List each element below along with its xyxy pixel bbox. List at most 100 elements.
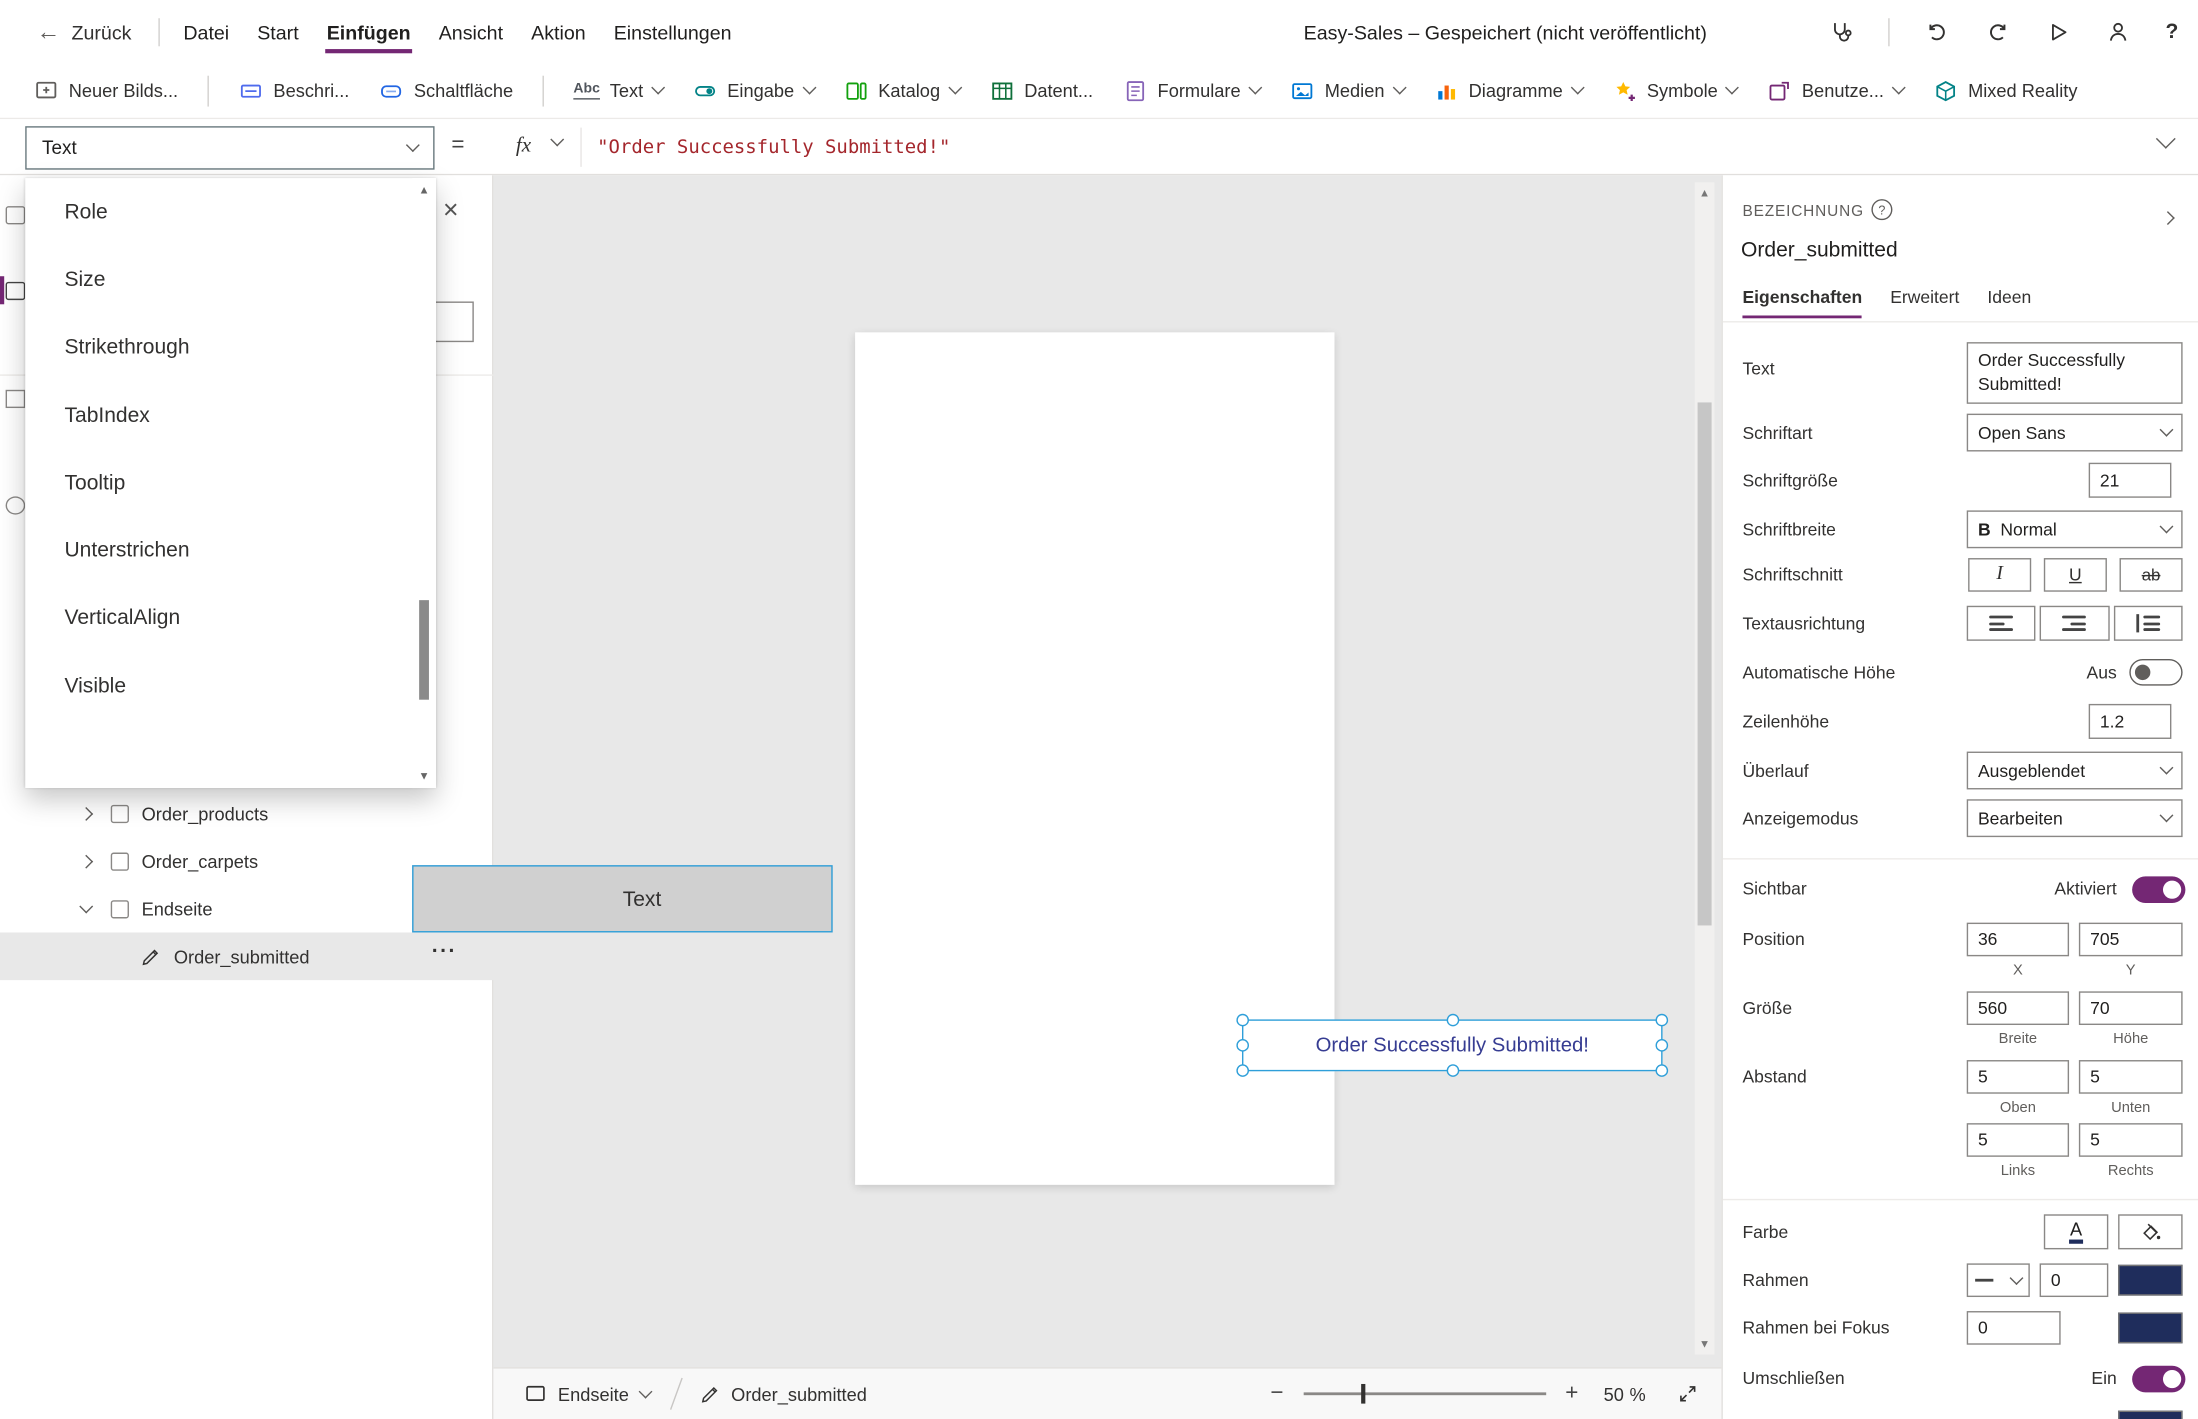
tab-ideen[interactable]: Ideen <box>1987 287 2031 318</box>
display-mode-dropdown[interactable]: Bearbeiten <box>1967 799 2183 837</box>
padding-right-input[interactable]: 5 <box>2079 1123 2183 1157</box>
menu-item-datei[interactable]: Datei <box>181 15 232 49</box>
visible-toggle[interactable] <box>2132 876 2185 903</box>
ribbon-media-menu[interactable]: Medien <box>1290 78 1404 103</box>
screen-canvas[interactable]: Order Successfully Submitted! <box>855 332 1334 1185</box>
canvas-scrollbar[interactable]: ▲ ▼ <box>1695 182 1715 1354</box>
underline-button[interactable]: U <box>2044 558 2107 592</box>
resize-handle[interactable] <box>1236 1039 1249 1052</box>
ribbon-mixed-reality[interactable]: Mixed Reality <box>1933 78 2077 103</box>
scrollbar-thumb[interactable] <box>419 600 429 700</box>
property-selector-dropdown[interactable]: Text <box>25 126 434 169</box>
fit-to-window-icon[interactable] <box>1677 1383 1699 1405</box>
back-button[interactable]: ← Zurück <box>36 20 131 44</box>
help-circle-icon[interactable]: ? <box>1871 199 1892 220</box>
scroll-up-arrow[interactable]: ▲ <box>1695 186 1715 199</box>
app-checker-icon[interactable] <box>1828 19 1853 44</box>
align-right-button[interactable] <box>2040 606 2109 641</box>
padding-bottom-input[interactable]: 5 <box>2079 1060 2183 1094</box>
current-control-breadcrumb[interactable]: Order_submitted <box>699 1383 867 1404</box>
dropdown-scrollbar[interactable]: ▲ ▼ <box>412 178 436 788</box>
share-person-icon[interactable] <box>2105 19 2130 44</box>
ribbon-forms-menu[interactable]: Formulare <box>1123 78 1261 103</box>
chevron-down-icon[interactable] <box>550 133 564 147</box>
ribbon-input-menu[interactable]: Eingabe <box>692 78 814 103</box>
scroll-down-arrow[interactable]: ▼ <box>1695 1338 1715 1351</box>
position-y-input[interactable]: 705 <box>2079 923 2183 957</box>
zoom-out-button[interactable]: − <box>1270 1383 1283 1405</box>
zoom-slider-handle[interactable] <box>1361 1384 1365 1404</box>
dropdown-item-unterstrichen[interactable]: Unterstrichen <box>25 517 412 585</box>
text-value-input[interactable]: Order Successfully Submitted! <box>1967 342 2183 404</box>
ribbon-gallery-menu[interactable]: Katalog <box>843 78 959 103</box>
ribbon-label-control[interactable]: Beschri... <box>238 78 349 103</box>
screen-checkbox[interactable] <box>111 900 129 918</box>
zoom-in-button[interactable]: + <box>1565 1383 1578 1405</box>
border-style-dropdown[interactable] <box>1967 1263 2030 1297</box>
resize-handle[interactable] <box>1656 1014 1669 1027</box>
dropdown-item-strikethrough[interactable]: Strikethrough <box>25 314 412 382</box>
design-canvas-area[interactable]: Order Successfully Submitted! ▲ ▼ <box>493 175 1721 1367</box>
resize-handle[interactable] <box>1446 1014 1459 1027</box>
resize-handle[interactable] <box>1656 1039 1669 1052</box>
chevron-right-icon[interactable] <box>79 806 93 820</box>
border-color-swatch[interactable] <box>2118 1265 2182 1296</box>
dropdown-item-verticalalign[interactable]: VerticalAlign <box>25 584 412 652</box>
ribbon-new-screen[interactable]: Neuer Bilds... <box>34 78 178 103</box>
position-x-input[interactable]: 36 <box>1967 923 2069 957</box>
dropdown-item-role[interactable]: Role <box>25 178 412 246</box>
rail-icon-fragment[interactable] <box>6 206 26 224</box>
border-width-input[interactable]: 0 <box>2040 1263 2109 1297</box>
padding-top-input[interactable]: 5 <box>1967 1060 2069 1094</box>
fx-label[interactable]: fx <box>516 135 531 159</box>
screen-checkbox[interactable] <box>111 804 129 822</box>
font-family-dropdown[interactable]: Open Sans <box>1967 414 2183 452</box>
dropdown-item-tabindex[interactable]: TabIndex <box>25 381 412 449</box>
font-weight-dropdown[interactable]: B Normal <box>1967 510 2183 548</box>
menu-item-ansicht[interactable]: Ansicht <box>436 15 506 49</box>
overflow-dropdown[interactable]: Ausgeblendet <box>1967 752 2183 790</box>
rail-icon-fragment[interactable] <box>6 390 26 408</box>
font-size-input[interactable]: 21 <box>2089 463 2172 498</box>
selected-label-control[interactable]: Order Successfully Submitted! <box>1242 1019 1663 1071</box>
redo-icon[interactable] <box>1985 19 2010 44</box>
chevron-right-icon[interactable] <box>79 854 93 868</box>
scroll-down-arrow[interactable]: ▼ <box>412 770 436 783</box>
fill-color-button[interactable] <box>2118 1214 2182 1249</box>
menu-item-einstellungen[interactable]: Einstellungen <box>611 15 734 49</box>
scroll-up-arrow[interactable]: ▲ <box>412 184 436 197</box>
font-color-button[interactable]: A <box>2044 1214 2108 1249</box>
resize-handle[interactable] <box>1446 1064 1459 1077</box>
align-left-button[interactable] <box>1967 606 2036 641</box>
line-height-input[interactable]: 1.2 <box>2089 704 2172 739</box>
rail-icon-fragment[interactable] <box>6 282 26 300</box>
width-input[interactable]: 560 <box>1967 991 2069 1025</box>
screen-switcher[interactable]: Endseite <box>524 1383 650 1405</box>
ribbon-custom-menu[interactable]: Benutze... <box>1767 78 1904 103</box>
resize-handle[interactable] <box>1236 1014 1249 1027</box>
chevron-down-icon[interactable] <box>79 899 93 913</box>
padding-left-input[interactable]: 5 <box>1967 1123 2069 1157</box>
focus-border-width-input[interactable]: 0 <box>1967 1311 2061 1345</box>
ribbon-icons-menu[interactable]: Symbole <box>1612 78 1738 103</box>
close-panel-icon[interactable]: × <box>443 198 459 225</box>
zoom-slider[interactable] <box>1303 1392 1546 1395</box>
strikethrough-button[interactable]: ab <box>2120 558 2183 592</box>
dropdown-item-text[interactable]: Text <box>412 865 833 933</box>
dropdown-item-tooltip[interactable]: Tooltip <box>25 449 412 517</box>
collapse-panel-chevron[interactable] <box>2161 211 2175 225</box>
focus-border-color-swatch[interactable] <box>2118 1312 2182 1343</box>
help-icon[interactable]: ? <box>2166 20 2179 44</box>
formula-input[interactable]: "Order Successfully Submitted!" <box>597 119 950 175</box>
ribbon-button-control[interactable]: Schaltfläche <box>379 78 513 103</box>
menu-item-start[interactable]: Start <box>254 15 301 49</box>
menu-item-aktion[interactable]: Aktion <box>528 15 588 49</box>
tree-item-order-products[interactable]: Order_products <box>0 789 493 837</box>
dropdown-item-size[interactable]: Size <box>25 246 412 314</box>
tab-erweitert[interactable]: Erweitert <box>1890 287 1959 318</box>
wrap-toggle[interactable] <box>2132 1366 2185 1393</box>
play-preview-icon[interactable] <box>2045 19 2070 44</box>
ribbon-charts-menu[interactable]: Diagramme <box>1434 78 1583 103</box>
resize-handle[interactable] <box>1656 1064 1669 1077</box>
next-color-swatch-clipped[interactable] <box>2118 1411 2182 1419</box>
